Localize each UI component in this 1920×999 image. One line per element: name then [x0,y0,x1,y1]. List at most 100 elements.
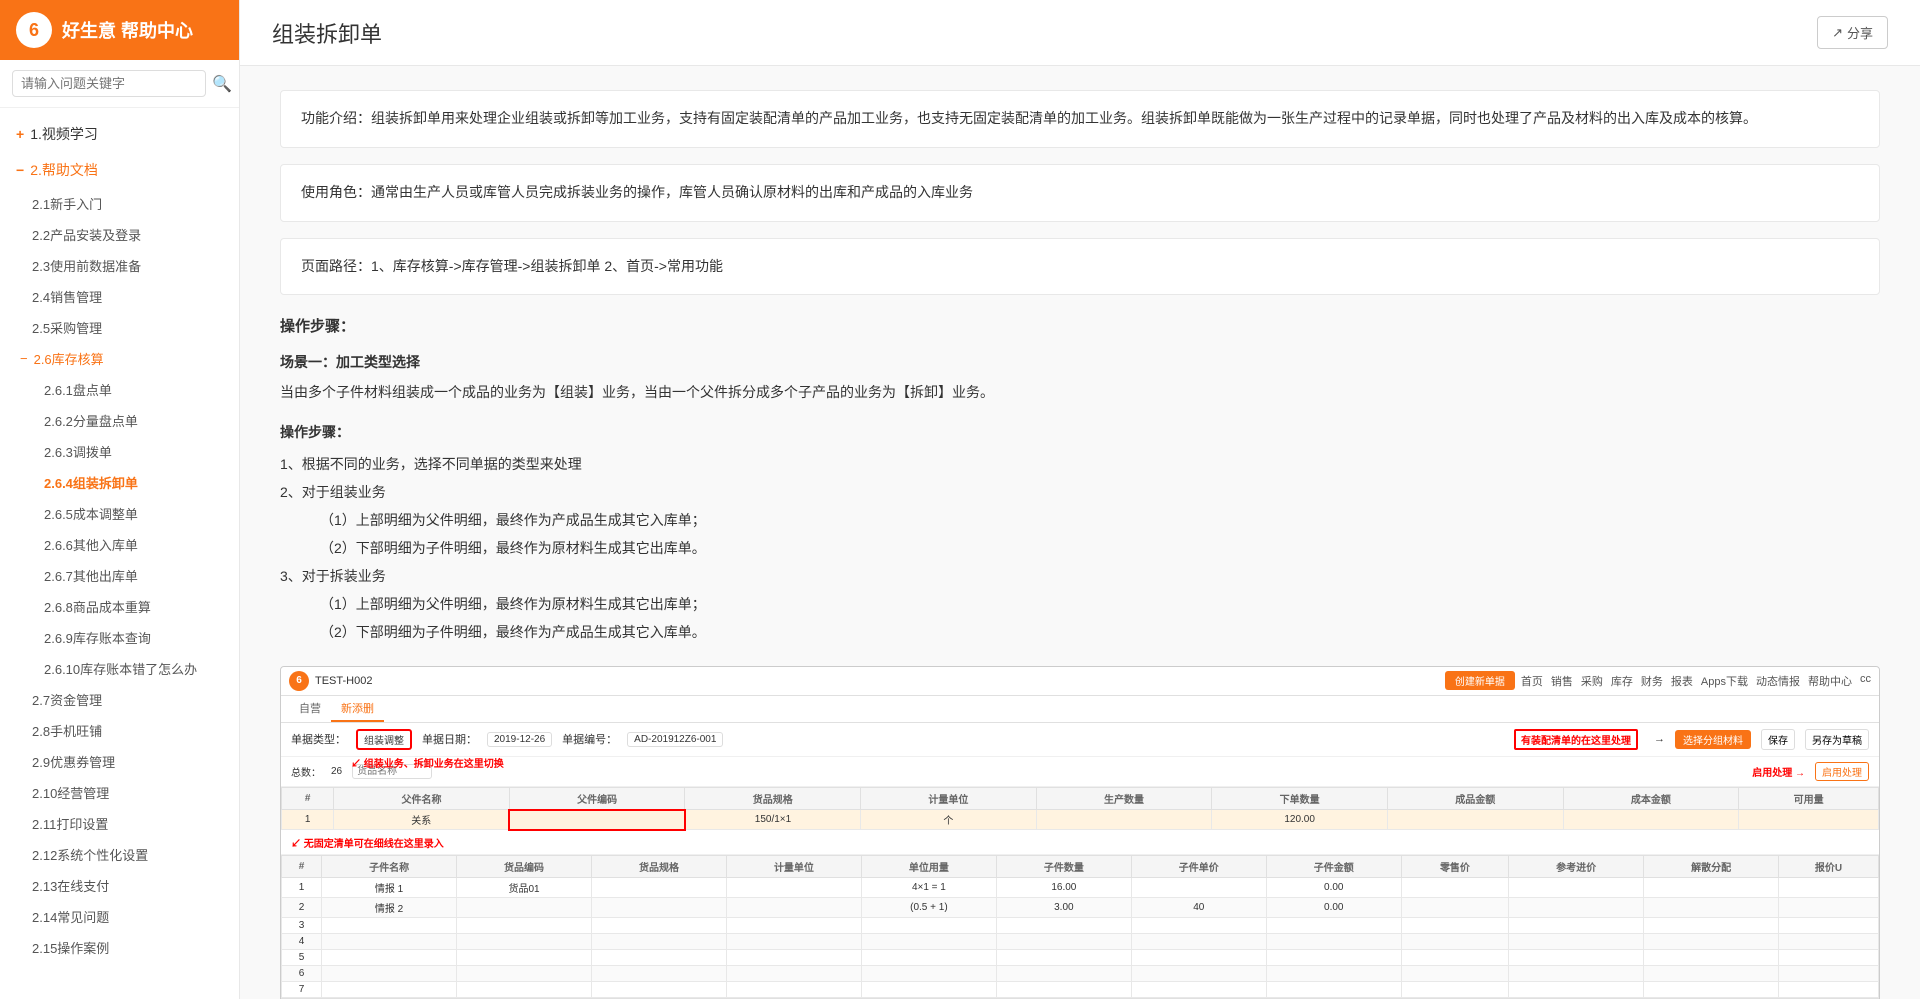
mock-tab-new[interactable]: 新添删 [331,696,384,722]
mock-new-order-btn[interactable]: 创建新单据 [1445,671,1515,690]
mock-recycle-btn[interactable]: 启用处理 [1815,762,1869,781]
step-2: 2、对于组装业务 [280,478,1880,506]
mock-date-input[interactable]: 2019-12-26 [487,732,552,747]
mock-total-value: 26 [331,766,342,777]
mock-app-name: TEST-H002 [315,675,372,687]
share-button[interactable]: ↗ 分享 [1817,16,1888,49]
mock-cth-retail: 零售价 [1401,855,1508,877]
search-input[interactable] [12,70,206,97]
mock-cth-name: 子件名称 [322,855,457,877]
intro-block-3: 页面路径：1、库存核算->库存管理->组装拆卸单 2、首页->常用功能 [280,238,1880,296]
minus-icon: − [16,162,24,178]
mock-cth-amount: 子件金额 [1266,855,1401,877]
sidebar-item-docs[interactable]: − 2.帮助文档 [0,152,239,188]
mock-annotation-switch: ↙ 组装业务、拆卸业务在这里切换 [351,755,504,770]
mock-td-parent-code [509,810,685,830]
main-header: 组装拆卸单 ↗ 分享 [240,0,1920,66]
step-3-2: （2）下部明细为子件明细，最终作为产成品生成其它入库单。 [320,618,1880,646]
sidebar-item-stocktake[interactable]: 2.6.1盘点单 [12,374,239,405]
mock-save-btn[interactable]: 保存 [1761,729,1795,750]
plus-icon: + [16,126,24,142]
mock-child-row-7: 7 [282,981,1879,997]
mock-td-cost-amt [1563,810,1739,830]
mock-select-group-btn[interactable]: 选择分组材料 [1675,730,1751,749]
article-content: 功能介绍：组装拆卸单用来处理企业组装或拆卸等加工业务，支持有固定装配清单的产品加… [240,66,1920,999]
step-3: 3、对于拆装业务 [280,562,1880,590]
mock-tab-zizhi[interactable]: 自营 [289,696,331,722]
mock-parent-table: # 父件名称 父件编码 货品规格 计量单位 生产数量 下单数量 成品金额 成本金… [281,787,1879,831]
sidebar-item-faq[interactable]: 2.14常见问题 [0,901,239,932]
sidebar-item-other-out[interactable]: 2.6.7其他出库单 [12,560,239,591]
sidebar-item-mobile[interactable]: 2.8手机旺铺 [0,715,239,746]
sidebar-logo: 6 [16,12,52,48]
mock-type-input[interactable]: 组装调整 [356,729,412,750]
sidebar-item-cost-adjust[interactable]: 2.6.5成本调整单 [12,498,239,529]
sidebar-category-label: 1.视频学习 [30,124,98,144]
screenshot-area: 6 TEST-H002 创建新单据 首页 销售 采购 库存 财务 报表 Apps… [280,666,1880,999]
mock-child-row-3: 3 [282,917,1879,933]
mock-child-row-4: 4 [282,933,1879,949]
sidebar-item-ops[interactable]: 2.10经营管理 [0,777,239,808]
step-2-1: （1）上部明细为父件明细，最终作为产成品生成其它入库单； [320,506,1880,534]
sidebar-item-system[interactable]: 2.12系统个性化设置 [0,839,239,870]
sidebar-item-assembly[interactable]: 2.6.4组装拆卸单 [12,467,239,498]
mock-form-area: 单据类型： 组装调整 单据日期： 2019-12-26 单据编号： AD-201… [281,723,1879,757]
mock-billno-input[interactable]: AD-201912Z6-001 [627,732,723,747]
sidebar-item-sales[interactable]: 2.4销售管理 [0,281,239,312]
mock-child-row-2: 2 情报 2 (0.5 + 1) 3.00 40 0.00 [282,897,1879,917]
sidebar-item-other-in[interactable]: 2.6.6其他入库单 [12,529,239,560]
sidebar-category-label: 2.帮助文档 [30,160,98,180]
sidebar-item-transfer[interactable]: 2.6.3调拨单 [12,436,239,467]
sidebar-item-install[interactable]: 2.2产品安装及登录 [0,219,239,250]
mock-cth-qty: 子件数量 [996,855,1131,877]
mock-td-order: 120.00 [1212,810,1388,830]
mock-td-no: 1 [282,810,334,830]
search-button[interactable]: 🔍 [212,74,232,94]
scenario1-desc: 当由多个子件材料组装成一个成品的业务为【组装】业务，当由一个父件拆分成多个子产品… [280,380,1880,405]
sidebar-item-cases[interactable]: 2.15操作案例 [0,932,239,963]
mock-child-row-5: 5 [282,949,1879,965]
mock-th-order-qty: 下单数量 [1212,787,1388,810]
mock-td-produce [1036,810,1212,830]
sidebar-title-text: 好生意 帮助中心 [62,17,193,43]
sidebar-item-cost-recalc[interactable]: 2.6.8商品成本重算 [12,591,239,622]
sidebar-item-purchase[interactable]: 2.5采购管理 [0,312,239,343]
sidebar-item-coupon[interactable]: 2.9优惠券管理 [0,746,239,777]
mock-th-available: 可用量 [1739,787,1879,810]
sidebar-item-ledger[interactable]: 2.6.9库存账本查询 [12,622,239,653]
sidebar-item-newuser[interactable]: 2.1新手入门 [0,188,239,219]
nav-sub-inventory: 2.6.1盘点单 2.6.2分量盘点单 2.6.3调拨单 2.6.4组装拆卸单 … [0,374,239,684]
mock-draft-btn[interactable]: 另存为草稿 [1805,729,1869,750]
mock-type-label: 单据类型： [291,731,346,747]
ops-title: 操作步骤： [280,315,1880,336]
intro-text-2: 使用角色：通常由生产人员或库管人员完成拆装业务的操作，库管人员确认原材料的出库和… [301,184,973,200]
mock-processing-label: 有装配清单的在这里处理 [1514,729,1638,750]
mock-child-row-6: 6 [282,965,1879,981]
sidebar-header: 6 好生意 帮助中心 [0,0,239,60]
mock-th-produce-qty: 生产数量 [1036,787,1212,810]
sidebar-item-print[interactable]: 2.11打印设置 [0,808,239,839]
intro-block-1: 功能介绍：组装拆卸单用来处理企业组装或拆卸等加工业务，支持有固定装配清单的产品加… [280,90,1880,148]
sidebar-item-finance[interactable]: 2.7资金管理 [0,684,239,715]
sidebar-item-videos[interactable]: + 1.视频学习 [0,116,239,152]
ops-steps-subtitle: 操作步骤： [280,422,1880,442]
mock-th-cost-amount: 成本金额 [1563,787,1739,810]
mock-parent-row-1: 1 关系 150/1×1 个 120.00 [282,810,1879,830]
mock-td-product-amt [1387,810,1563,830]
intro-text-3: 页面路径：1、库存核算->库存管理->组装拆卸单 2、首页->常用功能 [301,258,723,274]
mock-cth-alloc: 解散分配 [1644,855,1779,877]
mock-td-spec: 150/1×1 [685,810,861,830]
scenario1-title: 场景一：加工类型选择 [280,352,1880,372]
mock-td-unit: 个 [861,810,1037,830]
sidebar: 6 好生意 帮助中心 🔍 + 1.视频学习 − 2.帮助文档 2.1新手入门 2… [0,0,240,999]
mock-cth-no: # [282,855,322,877]
mock-recycle-annotation: 启用处理 → [1752,764,1805,779]
sidebar-item-partial-stocktake[interactable]: 2.6.2分量盘点单 [12,405,239,436]
mock-th-parent-code: 父件编码 [509,787,685,810]
sidebar-item-data-prep[interactable]: 2.3使用前数据准备 [0,250,239,281]
sidebar-item-payment[interactable]: 2.13在线支付 [0,870,239,901]
mock-top-bar: 6 TEST-H002 创建新单据 首页 销售 采购 库存 财务 报表 Apps… [281,667,1879,696]
mock-cth-spec: 货品规格 [592,855,727,877]
sidebar-item-inventory[interactable]: − 2.6库存核算 [0,343,239,374]
sidebar-item-ledger-fix[interactable]: 2.6.10库存账本错了怎么办 [12,653,239,684]
